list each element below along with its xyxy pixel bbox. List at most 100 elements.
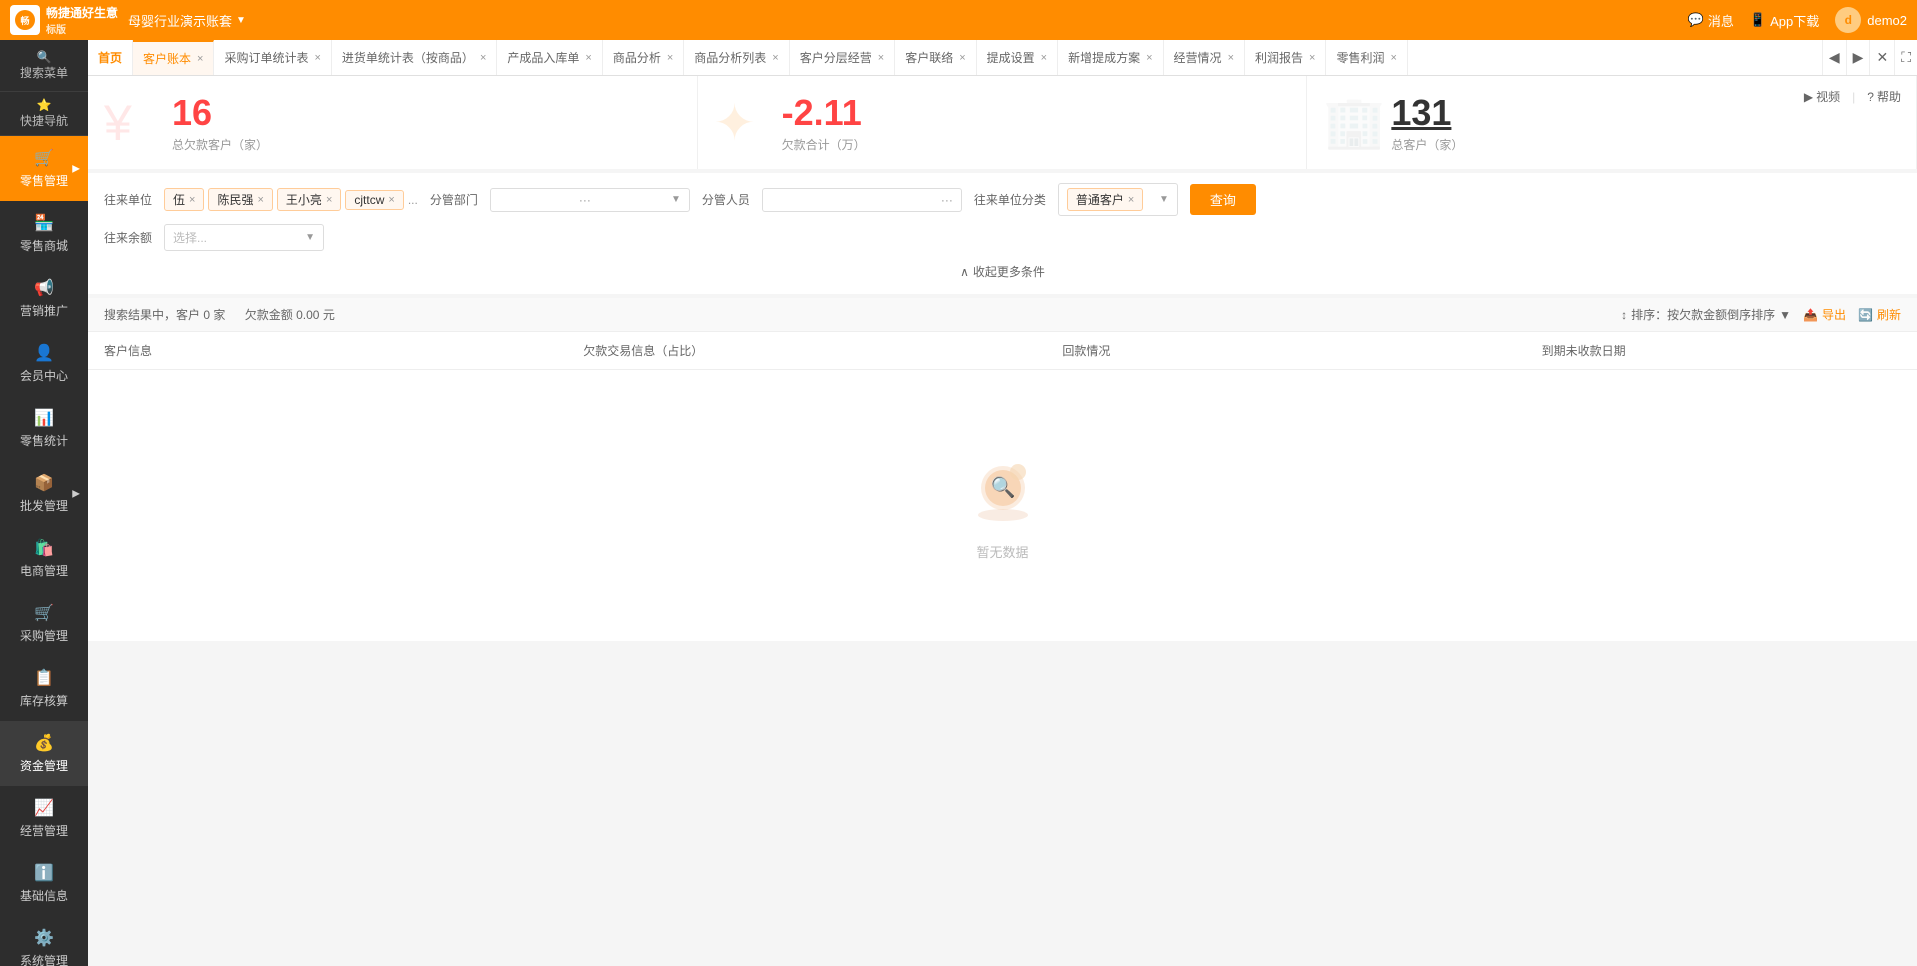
sidebar-item-ecom-mgmt[interactable]: 🛍️ 电商管理 <box>0 526 88 591</box>
messages-btn[interactable]: 💬 消息 <box>1688 11 1734 30</box>
svg-text:畅: 畅 <box>20 15 29 26</box>
tenant-name: 母婴行业演示账套 <box>128 11 232 30</box>
tab-new-commission-plan[interactable]: 新增提成方案 × <box>1058 40 1163 76</box>
sidebar-search[interactable]: 🔍 搜索菜单 <box>0 40 88 92</box>
stat-icon-2: ✦ <box>714 94 756 152</box>
tab-nav-left[interactable]: ◀ <box>1822 40 1846 76</box>
filter-remain-select[interactable]: 选择... ▼ <box>164 224 324 251</box>
tab-goods-analysis[interactable]: 商品分析 × <box>603 40 684 76</box>
filter-dept-more: ··· <box>579 193 591 207</box>
tab-close-profit-report[interactable]: × <box>1309 52 1315 64</box>
sidebar-item-sys-mgmt[interactable]: ⚙️ 系统管理 <box>0 916 88 966</box>
customer-contact-tab-label: 客户联络 <box>905 49 953 66</box>
tab-close-customer-segment[interactable]: × <box>878 52 884 64</box>
table-header: 客户信息 欠款交易信息（占比） 回款情况 到期未收款日期 <box>88 332 1917 370</box>
user-avatar-btn[interactable]: d demo2 <box>1835 7 1907 33</box>
sidebar-item-retail-mall[interactable]: 🏪 零售商城 <box>0 201 88 266</box>
tenant-selector[interactable]: 母婴行业演示账套 ▼ <box>118 11 256 30</box>
tab-nav-close-all[interactable]: ✕ <box>1869 40 1894 76</box>
filter-person-select[interactable]: ··· <box>762 188 962 212</box>
stat-value-overdue-customers: 16 <box>172 92 268 134</box>
sidebar-item-basic-info[interactable]: ℹ️ 基础信息 <box>0 851 88 916</box>
query-button[interactable]: 查询 <box>1190 184 1256 215</box>
tab-customer-segment[interactable]: 客户分层经营 × <box>790 40 895 76</box>
tab-customer-book[interactable]: 客户账本 × <box>133 40 214 76</box>
sort-dropdown-icon: ▼ <box>1779 308 1791 322</box>
tab-close-ops-status[interactable]: × <box>1228 52 1234 64</box>
app-download-btn[interactable]: 📱 App下载 <box>1750 11 1819 30</box>
chevron-up-icon: ∧ <box>960 265 969 279</box>
export-icon: 📤 <box>1803 308 1818 322</box>
table-header-repayment: 回款情况 <box>1062 342 1541 359</box>
filter-tag-wu[interactable]: 伍 × <box>164 188 204 211</box>
tab-customer-contact[interactable]: 客户联络 × <box>895 40 976 76</box>
filter-remain-label: 往来余额 <box>104 229 152 246</box>
filter-tag-close-chen[interactable]: × <box>257 194 263 206</box>
video-icon: ▶ <box>1804 90 1813 104</box>
filter-category-select[interactable]: 普通客户 × ▼ <box>1058 183 1178 216</box>
chevron-right-icon-2: ▶ <box>72 488 80 499</box>
results-actions: ↕ 排序：按欠款金额倒序排序 ▼ 📤 导出 🔄 刷新 <box>1621 306 1901 323</box>
tab-nav-maximize[interactable]: ⛶ <box>1894 40 1917 76</box>
table-header-due-date: 到期未收款日期 <box>1542 342 1901 359</box>
filter-more-btn[interactable]: ... <box>408 193 418 207</box>
tenant-dropdown-icon: ▼ <box>236 15 246 26</box>
tab-close-commission-settings[interactable]: × <box>1041 52 1047 64</box>
sidebar-item-marketing[interactable]: 📢 营销推广 <box>0 266 88 331</box>
filter-tag-close-cjttcw[interactable]: × <box>388 194 394 206</box>
tab-close-retail-profit[interactable]: × <box>1390 52 1396 64</box>
tab-profit-report[interactable]: 利润报告 × <box>1245 40 1326 76</box>
sidebar-item-retail-stats[interactable]: 📊 零售统计 <box>0 396 88 461</box>
sidebar-quick-nav[interactable]: ⭐ 快捷导航 <box>0 92 88 136</box>
filter-category-tag[interactable]: 普通客户 × <box>1067 188 1143 211</box>
tab-purchase-stats[interactable]: 采购订单统计表 × <box>214 40 331 76</box>
data-table: 客户信息 欠款交易信息（占比） 回款情况 到期未收款日期 🔍 <box>88 332 1917 641</box>
tab-close-goods-analysis[interactable]: × <box>667 52 673 64</box>
tab-commission-settings[interactable]: 提成设置 × <box>977 40 1058 76</box>
tab-close-customer-book[interactable]: × <box>197 53 203 65</box>
tab-close-purchase-stats[interactable]: × <box>314 52 320 64</box>
tab-goods-analysis-list[interactable]: 商品分析列表 × <box>684 40 789 76</box>
tab-inbound-stats[interactable]: 进货单统计表（按商品） × <box>332 40 497 76</box>
help-btn[interactable]: ? 帮助 <box>1867 88 1901 105</box>
sort-selector[interactable]: ↕ 排序：按欠款金额倒序排序 ▼ <box>1621 306 1791 323</box>
filter-tag-wang[interactable]: 王小亮 × <box>277 188 341 211</box>
tab-nav-right[interactable]: ▶ <box>1846 40 1870 76</box>
filter-tag-close-wu[interactable]: × <box>189 194 195 206</box>
filter-tag-close-wang[interactable]: × <box>326 194 332 206</box>
collapse-btn[interactable]: ∧ 收起更多条件 <box>960 263 1045 280</box>
tab-close-inbound-stats[interactable]: × <box>480 52 486 64</box>
filter-dept-select[interactable]: ··· ▼ <box>490 188 690 212</box>
tab-product-inbound[interactable]: 产成品入库单 × <box>497 40 602 76</box>
sidebar: 🔍 搜索菜单 ⭐ 快捷导航 🛒 零售管理 ▶ 🏪 零售商城 📢 营销推广 � <box>0 40 88 966</box>
filter-unit-label: 往来单位 <box>104 191 152 208</box>
filter-tag-cjttcw[interactable]: cjttcw × <box>345 190 403 210</box>
filter-remain-placeholder: 选择... <box>173 229 207 246</box>
sidebar-item-capital-mgmt[interactable]: 💰 资金管理 <box>0 721 88 786</box>
filter-tag-close-category[interactable]: × <box>1128 194 1134 206</box>
sidebar-item-wholesale-mgmt[interactable]: 📦 批发管理 ▶ <box>0 461 88 526</box>
sidebar-item-purchase-mgmt[interactable]: 🛒 采购管理 <box>0 591 88 656</box>
refresh-btn[interactable]: 🔄 刷新 <box>1858 306 1901 323</box>
tab-home[interactable]: 首页 <box>88 40 133 76</box>
tab-close-product-inbound[interactable]: × <box>585 52 591 64</box>
sidebar-item-ops-mgmt[interactable]: 📈 经营管理 <box>0 786 88 851</box>
top-bar-actions: 💬 消息 📱 App下载 d demo2 <box>1688 7 1907 33</box>
export-btn[interactable]: 📤 导出 <box>1803 306 1846 323</box>
video-btn[interactable]: ▶ 视频 <box>1804 88 1840 105</box>
help-icon: ? <box>1867 90 1874 104</box>
sidebar-item-member-center[interactable]: 👤 会员中心 <box>0 331 88 396</box>
tab-close-customer-contact[interactable]: × <box>959 52 965 64</box>
sidebar-item-inventory[interactable]: 📋 库存核算 <box>0 656 88 721</box>
results-bar: 搜索结果中，客户 0 家 欠款金额 0.00 元 ↕ 排序：按欠款金额倒序排序 … <box>88 298 1917 332</box>
tab-close-goods-analysis-list[interactable]: × <box>772 52 778 64</box>
empty-state: 🔍 暂无数据 <box>88 370 1917 641</box>
filter-tag-chen[interactable]: 陈民强 × <box>208 188 272 211</box>
tab-ops-status[interactable]: 经营情况 × <box>1164 40 1245 76</box>
tab-close-new-commission-plan[interactable]: × <box>1146 52 1152 64</box>
table-header-overdue-trade: 欠款交易信息（占比） <box>583 342 1062 359</box>
top-bar: 畅 畅捷通好生意 标版 母婴行业演示账套 ▼ 💬 消息 📱 App下载 d <box>0 0 1917 40</box>
tab-retail-profit[interactable]: 零售利润 × <box>1326 40 1407 76</box>
table-header-customer-info: 客户信息 <box>104 342 583 359</box>
sidebar-item-retail-mgmt[interactable]: 🛒 零售管理 ▶ <box>0 136 88 201</box>
